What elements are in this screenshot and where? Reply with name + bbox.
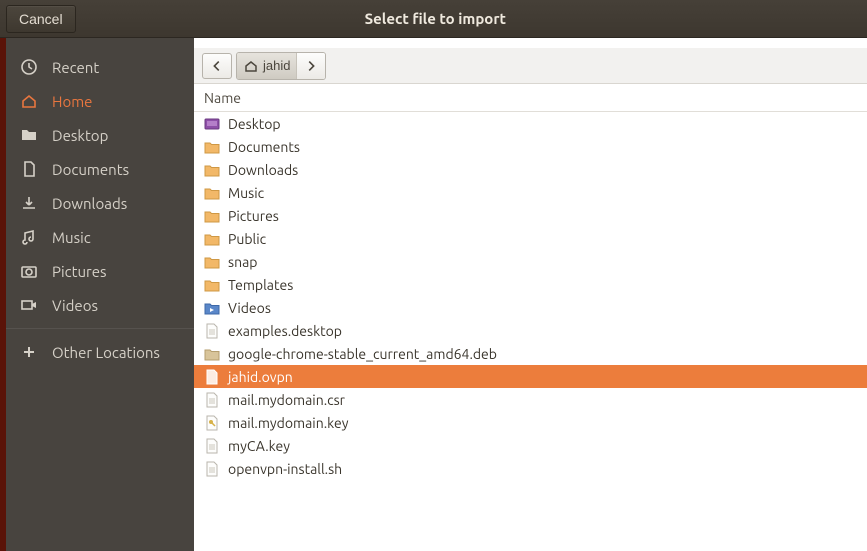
document-icon xyxy=(20,160,38,178)
folder-icon xyxy=(204,254,220,270)
file-name: Videos xyxy=(228,300,271,316)
path-segment-label: jahid xyxy=(263,58,290,73)
file-name: mail.mydomain.key xyxy=(228,415,348,431)
sidebar-item-recent[interactable]: Recent xyxy=(6,50,194,84)
sidebar-item-label: Videos xyxy=(52,297,98,314)
key-icon xyxy=(204,415,220,431)
file-name: Pictures xyxy=(228,208,279,224)
chevron-right-icon xyxy=(303,58,319,74)
file-icon xyxy=(204,369,220,385)
file-name: openvpn-install.sh xyxy=(228,461,342,477)
sidebar-item-label: Downloads xyxy=(52,195,127,212)
folder-icon xyxy=(204,277,220,293)
sidebar-item-other-locations[interactable]: Other Locations xyxy=(6,335,194,369)
path-forward-button[interactable] xyxy=(297,53,325,79)
file-row[interactable]: Documents xyxy=(194,135,867,158)
file-icon xyxy=(204,323,220,339)
sidebar-item-label: Home xyxy=(52,93,92,110)
file-name: Public xyxy=(228,231,266,247)
file-icon xyxy=(204,392,220,408)
file-browser-main: jahid Name Desktop Documents Downloads Musi… xyxy=(194,38,867,551)
file-row[interactable]: Templates xyxy=(194,273,867,296)
file-row[interactable]: examples.desktop xyxy=(194,319,867,342)
window-title: Select file to import xyxy=(76,10,795,27)
file-row[interactable]: Videos xyxy=(194,296,867,319)
folder-icon xyxy=(204,185,220,201)
file-row[interactable]: Desktop xyxy=(194,112,867,135)
music-icon xyxy=(20,228,38,246)
home-icon xyxy=(243,58,259,74)
file-row[interactable]: Music xyxy=(194,181,867,204)
sidebar-item-label: Music xyxy=(52,229,91,246)
path-bar: jahid xyxy=(194,48,867,84)
column-header-row[interactable]: Name xyxy=(194,84,867,112)
titlebar: Cancel Select file to import xyxy=(0,0,867,38)
column-header-name: Name xyxy=(204,90,241,106)
file-row[interactable]: Pictures xyxy=(194,204,867,227)
folder-icon xyxy=(204,162,220,178)
file-row[interactable]: mail.mydomain.key xyxy=(194,411,867,434)
folder-desktop-icon xyxy=(204,116,220,132)
sidebar-item-home[interactable]: Home xyxy=(6,84,194,118)
path-back-button[interactable] xyxy=(202,53,232,79)
folder-icon xyxy=(204,231,220,247)
video-icon xyxy=(20,296,38,314)
folder-icon xyxy=(204,139,220,155)
download-icon xyxy=(20,194,38,212)
folder-icon xyxy=(20,126,38,144)
sidebar-item-pictures[interactable]: Pictures xyxy=(6,254,194,288)
home-icon xyxy=(20,92,38,110)
file-row[interactable]: mail.mydomain.csr xyxy=(194,388,867,411)
file-name: examples.desktop xyxy=(228,323,342,339)
file-row[interactable]: Downloads xyxy=(194,158,867,181)
sidebar-item-downloads[interactable]: Downloads xyxy=(6,186,194,220)
path-segments: jahid xyxy=(236,52,326,80)
plus-icon xyxy=(20,343,38,361)
file-row[interactable]: snap xyxy=(194,250,867,273)
sidebar-item-music[interactable]: Music xyxy=(6,220,194,254)
file-row[interactable]: google-chrome-stable_current_amd64.deb xyxy=(194,342,867,365)
camera-icon xyxy=(20,262,38,280)
file-name: Documents xyxy=(228,139,300,155)
file-name: myCA.key xyxy=(228,438,290,454)
sidebar-item-label: Pictures xyxy=(52,263,107,280)
folder-video-icon xyxy=(204,300,220,316)
chevron-left-icon xyxy=(209,58,225,74)
path-segment-home[interactable]: jahid xyxy=(237,53,297,79)
file-row[interactable]: Public xyxy=(194,227,867,250)
folder-icon xyxy=(204,208,220,224)
sidebar-item-label: Documents xyxy=(52,161,129,178)
sidebar-divider xyxy=(6,328,194,329)
file-name: Music xyxy=(228,185,264,201)
file-row[interactable]: myCA.key xyxy=(194,434,867,457)
file-name: jahid.ovpn xyxy=(228,369,293,385)
sidebar-item-desktop[interactable]: Desktop xyxy=(6,118,194,152)
cancel-button[interactable]: Cancel xyxy=(6,5,76,33)
sidebar-item-label: Other Locations xyxy=(52,344,160,361)
file-name: snap xyxy=(228,254,257,270)
file-list[interactable]: Desktop Documents Downloads Music Pictures Pu… xyxy=(194,112,867,551)
file-name: Templates xyxy=(228,277,293,293)
file-name: Downloads xyxy=(228,162,298,178)
file-name: mail.mydomain.csr xyxy=(228,392,345,408)
package-icon xyxy=(204,346,220,362)
file-name: Desktop xyxy=(228,116,281,132)
file-icon xyxy=(204,438,220,454)
places-sidebar: Recent Home Desktop Documents Downloads Music… xyxy=(6,38,194,551)
sidebar-item-videos[interactable]: Videos xyxy=(6,288,194,322)
sidebar-item-documents[interactable]: Documents xyxy=(6,152,194,186)
file-row[interactable]: jahid.ovpn xyxy=(194,365,867,388)
file-row[interactable]: openvpn-install.sh xyxy=(194,457,867,480)
sidebar-item-label: Desktop xyxy=(52,127,108,144)
clock-icon xyxy=(20,58,38,76)
file-icon xyxy=(204,461,220,477)
file-name: google-chrome-stable_current_amd64.deb xyxy=(228,346,497,362)
sidebar-item-label: Recent xyxy=(52,59,99,76)
